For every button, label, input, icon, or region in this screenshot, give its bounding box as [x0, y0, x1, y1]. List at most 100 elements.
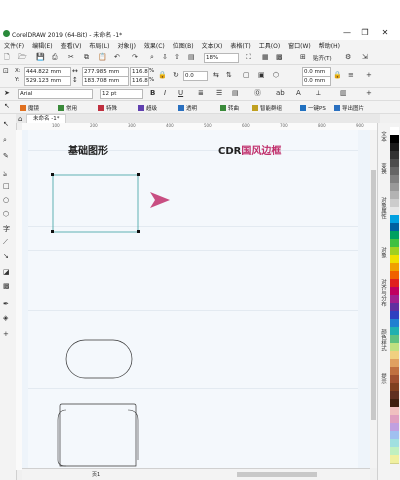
y-position-field[interactable]: 529.123 mm — [24, 76, 71, 86]
color-swatch[interactable] — [390, 455, 399, 464]
menu-effects[interactable]: 效果(C) — [140, 41, 169, 50]
bold-button[interactable]: B — [150, 89, 155, 98]
artistic-media-icon[interactable]: ঌ — [3, 168, 7, 180]
align-icon[interactable]: ≣ — [198, 89, 204, 98]
plugin-mojing[interactable]: 魔镜 — [20, 104, 39, 112]
plugin-common[interactable]: 常用 — [58, 104, 77, 112]
vertical-scrollbar-thumb[interactable] — [371, 170, 376, 420]
corner-radius-field-2[interactable]: 0.0 mm — [302, 76, 331, 86]
zoom-tool-icon[interactable]: ⌕ — [3, 136, 7, 145]
fill-tool-icon[interactable]: ◈ — [3, 314, 8, 322]
import-icon[interactable]: ⇩ — [162, 53, 168, 62]
object-origin-icon[interactable]: ⊡ — [3, 67, 9, 76]
lock-corners-icon[interactable]: 🔒 — [333, 71, 342, 80]
scalloped-frame-outer[interactable] — [59, 403, 137, 467]
vertical-text-icon[interactable]: ⟂ — [316, 89, 321, 98]
pointer-icon[interactable]: ➤ — [4, 89, 10, 98]
undo-icon[interactable]: ↶ — [114, 53, 120, 62]
menu-window[interactable]: 窗口(W) — [284, 41, 315, 50]
docker-tab-color-styles[interactable]: 颜色样式 — [379, 329, 387, 351]
menu-table[interactable]: 表格(T) — [226, 41, 254, 50]
italic-button[interactable]: I — [164, 89, 166, 98]
full-screen-icon[interactable]: ⛶ — [246, 53, 251, 62]
print-icon[interactable]: ⎙ — [52, 53, 58, 62]
menu-text[interactable]: 文本(X) — [198, 41, 227, 50]
bullet-list-icon[interactable]: ☰ — [216, 89, 222, 98]
plugin-convert-curve[interactable]: 转曲 — [220, 104, 239, 112]
search-content-icon[interactable]: ⌕ — [150, 53, 154, 62]
text-tool-icon[interactable]: 字 — [3, 224, 10, 234]
scalloped-frame-inner[interactable] — [57, 409, 139, 467]
page-tab[interactable]: 页1 — [92, 471, 100, 478]
restore-button[interactable]: ❐ — [358, 28, 372, 37]
docker-tab-text[interactable]: 文本 — [379, 131, 387, 142]
mirror-vertical-icon[interactable]: ⇅ — [226, 71, 232, 80]
menu-object[interactable]: 对象(J) — [113, 41, 139, 50]
text-frame-icon[interactable]: ▥ — [340, 89, 347, 98]
transparency-tool-icon[interactable]: ▩ — [3, 282, 10, 290]
plugin-transparent[interactable]: 透明 — [178, 104, 197, 112]
plugin-smart-group[interactable]: 智能群组 — [252, 104, 282, 112]
save-icon[interactable]: 💾 — [36, 53, 45, 62]
docker-tab-align[interactable]: 对齐与分布 — [379, 279, 387, 307]
chamfered-corner-icon[interactable]: ⬡ — [273, 71, 279, 80]
vertical-scrollbar[interactable] — [370, 130, 377, 468]
font-size-select[interactable]: 12 pt — [100, 89, 143, 99]
outline-width-icon[interactable]: ≡ — [348, 71, 354, 80]
rectangle-tool-icon[interactable]: □ — [3, 182, 10, 190]
add-icon-2[interactable]: + — [366, 89, 372, 98]
pdf-icon[interactable]: ▤ — [188, 53, 195, 62]
dropcap-icon[interactable]: ▤ — [232, 89, 239, 98]
font-family-select[interactable]: Arial — [18, 89, 93, 99]
launch-icon[interactable]: ⇲ — [362, 53, 368, 62]
pointer-small-icon[interactable]: ↖ — [4, 102, 10, 111]
horizontal-text-icon[interactable]: A — [296, 89, 301, 98]
docker-tab-hints[interactable]: 提示 — [379, 373, 387, 384]
connector-tool-icon[interactable]: ↘ — [3, 252, 9, 260]
grid-icon[interactable]: ▩ — [276, 53, 283, 62]
zoom-level-select[interactable]: 18% — [204, 53, 239, 63]
menu-file[interactable]: 文件(F) — [0, 41, 28, 50]
docker-tab-objects[interactable]: 对象 — [379, 247, 387, 258]
lock-ratio-icon[interactable]: 🔒 — [158, 71, 167, 80]
options-gear-icon[interactable]: ⚙ — [345, 53, 351, 62]
export-icon[interactable]: ⇧ — [174, 53, 180, 62]
add-icon[interactable]: + — [366, 71, 372, 80]
text-properties-icon[interactable]: Ⓞ — [254, 89, 261, 98]
plugin-one-click-ps[interactable]: 一键PS — [300, 104, 326, 112]
menu-view[interactable]: 查看(V) — [57, 41, 86, 50]
height-field[interactable]: 183.708 mm — [82, 76, 129, 86]
menu-help[interactable]: 帮助(H) — [315, 41, 344, 50]
menu-edit[interactable]: 编辑(E) — [28, 41, 56, 50]
eyedropper-tool-icon[interactable]: ✒ — [3, 300, 9, 308]
rounded-rectangle[interactable] — [65, 339, 133, 379]
menu-bitmaps[interactable]: 位图(B) — [169, 41, 198, 50]
ellipse-tool-icon[interactable]: ○ — [3, 196, 9, 204]
horizontal-scrollbar[interactable]: 页1 — [22, 468, 370, 480]
underline-button[interactable]: U — [178, 89, 183, 98]
docker-tab-object-properties[interactable]: 对象属性 — [379, 197, 387, 219]
arrow-shape[interactable] — [150, 192, 170, 208]
round-corner-icon[interactable]: ▢ — [243, 71, 250, 80]
mirror-horizontal-icon[interactable]: ⇆ — [213, 71, 219, 80]
selection-handle[interactable] — [137, 173, 140, 176]
selection-handle[interactable] — [137, 230, 140, 233]
plugin-special[interactable]: 特殊 — [98, 104, 117, 112]
plugin-export-image[interactable]: 导出图片 — [334, 104, 364, 112]
plugin-super[interactable]: 超级 — [138, 104, 157, 112]
pick-tool-icon[interactable]: ↖ — [3, 120, 9, 128]
snap-to-dropdown[interactable]: 贴齐(T) — [313, 54, 332, 62]
selection-handle[interactable] — [51, 173, 54, 176]
drawing-canvas[interactable]: 基础图形 CDR国风边框 — [22, 130, 370, 468]
drawing-page[interactable]: 基础图形 CDR国风边框 — [28, 130, 358, 468]
rulers-icon[interactable]: ▦ — [262, 53, 269, 62]
drop-shadow-tool-icon[interactable]: ◪ — [3, 268, 10, 276]
menu-tools[interactable]: 工具(O) — [255, 41, 284, 50]
open-icon[interactable]: 🗁 — [18, 53, 27, 62]
redo-icon[interactable]: ↷ — [132, 53, 138, 62]
rotation-field[interactable]: 0.0 — [183, 71, 208, 81]
polygon-tool-icon[interactable]: ⬡ — [3, 210, 9, 218]
horizontal-scrollbar-thumb[interactable] — [237, 472, 317, 477]
edit-text-icon[interactable]: ab — [276, 89, 285, 98]
selected-rectangle[interactable] — [52, 174, 139, 233]
